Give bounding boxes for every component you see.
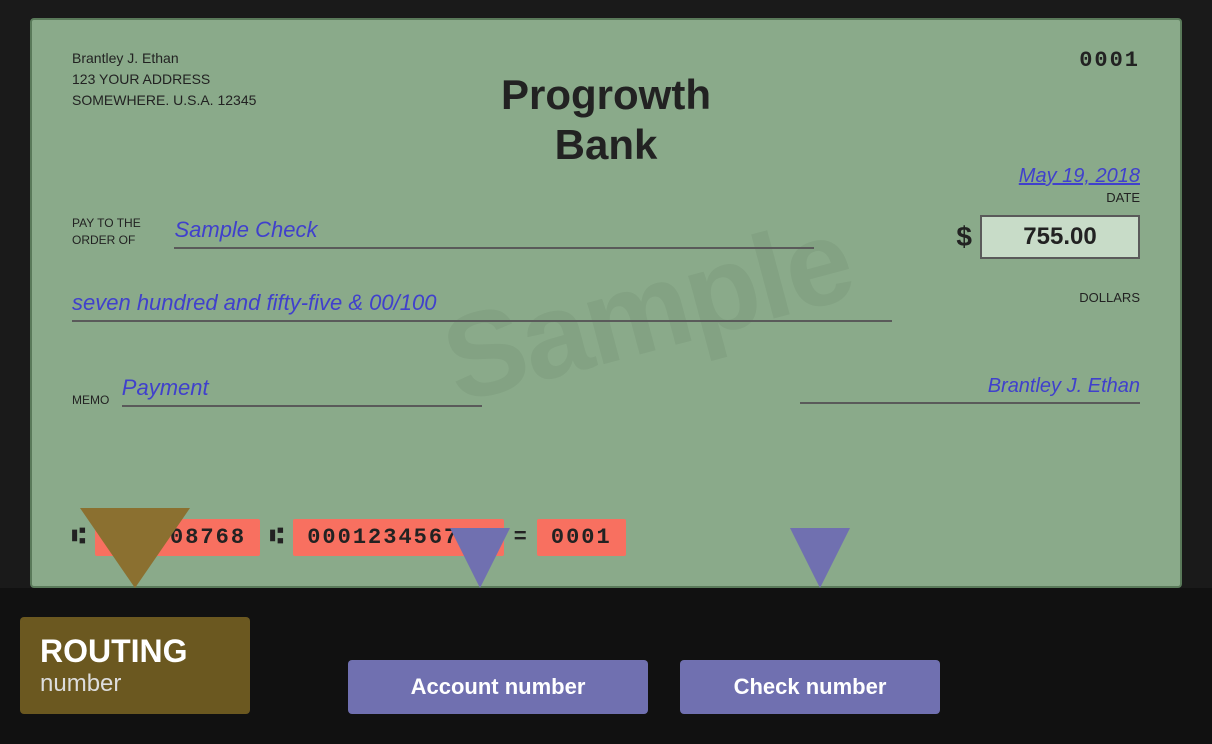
account-arrow-icon: [450, 528, 510, 588]
pay-to-line: Sample Check: [174, 217, 814, 249]
dollar-sign: $: [956, 221, 972, 253]
memo-value: Payment: [122, 375, 209, 400]
payer-name: Brantley J. Ethan: [72, 48, 256, 69]
amount-box: 755.00: [980, 215, 1140, 259]
pay-to-name: Sample Check: [174, 217, 317, 242]
dollar-section: $ 755.00: [956, 215, 1140, 259]
bank-name: Progrowth Bank: [501, 70, 711, 171]
payer-address2: SOMEWHERE. U.S.A. 12345: [72, 90, 256, 111]
routing-arrow-icon: [80, 508, 190, 588]
routing-label-box: ROUTING number: [20, 617, 250, 714]
check-number-label: Check number: [734, 674, 887, 699]
check-number-top: 0001: [1079, 48, 1140, 73]
check-number-micr: 0001: [537, 519, 626, 556]
micr-separator: =: [514, 525, 527, 550]
memo-section: MEMO Payment Brantley J. Ethan: [72, 375, 1140, 407]
micr-close-symbol: ⑆: [270, 525, 283, 550]
memo-line: Payment: [122, 375, 482, 407]
routing-title: ROUTING: [40, 633, 230, 670]
signature-value: Brantley J. Ethan: [988, 375, 1140, 397]
date-section: May 19, 2018 DATE: [1019, 165, 1140, 205]
micr-section: ⑆ 091908768 ⑆ 000123456789 = 0001: [72, 519, 1140, 556]
pay-to-section: PAY TO THEORDER OF Sample Check $ 755.00: [72, 215, 1140, 249]
payer-info: Brantley J. Ethan 123 YOUR ADDRESS SOMEW…: [72, 48, 256, 111]
written-amount: seven hundred and fifty-five & 00/100: [72, 290, 892, 322]
memo-label: MEMO: [72, 393, 109, 407]
pay-to-label: PAY TO THEORDER OF: [72, 215, 162, 249]
check-arrow-icon: [790, 528, 850, 588]
payer-address1: 123 YOUR ADDRESS: [72, 69, 256, 90]
signature-line: Brantley J. Ethan: [800, 375, 1140, 404]
check: Sample 0001 Brantley J. Ethan 123 YOUR A…: [30, 18, 1182, 588]
account-number-label-box: Account number: [348, 660, 648, 714]
routing-subtitle: number: [40, 670, 230, 698]
date-label: DATE: [1019, 190, 1140, 205]
date-value: May 19, 2018: [1019, 165, 1140, 188]
account-number-label: Account number: [411, 674, 586, 699]
written-amount-section: seven hundred and fifty-five & 00/100 DO…: [72, 290, 1140, 322]
check-number-label-box: Check number: [680, 660, 940, 714]
dollars-label: DOLLARS: [1079, 290, 1140, 305]
